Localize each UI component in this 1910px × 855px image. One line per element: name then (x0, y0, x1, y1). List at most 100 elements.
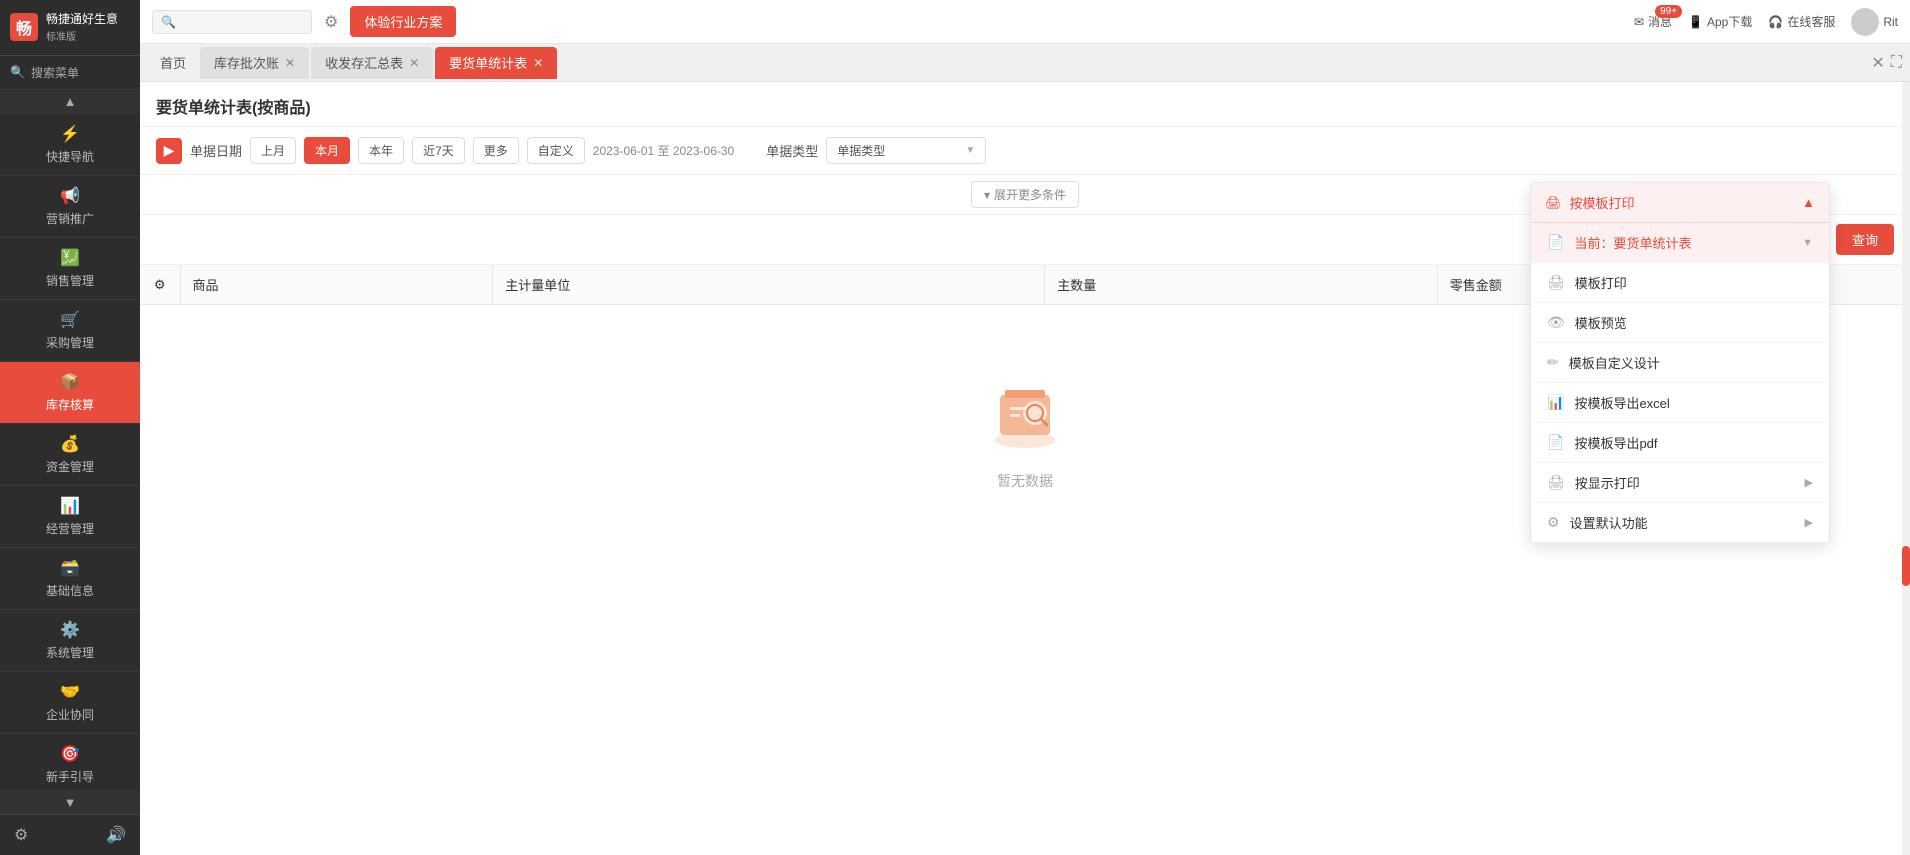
doc-type-select[interactable]: 单据类型 ▼ (826, 137, 986, 164)
filter-expand-btn[interactable]: ▶ (156, 138, 182, 164)
settings-footer-icon[interactable]: ⚙ (14, 825, 28, 845)
print-header-icon: 🖨 (1545, 195, 1562, 211)
service-icon: 🎧 (1768, 15, 1783, 29)
app-download-btn[interactable]: 📱 App下载 (1688, 13, 1752, 30)
set-default-label: 设置默认功能 (1570, 513, 1648, 532)
current-icon: 📄 (1547, 234, 1564, 251)
topbar-search-icon: 🔍 (161, 15, 176, 29)
date-btn-7days[interactable]: 近7天 (412, 137, 465, 164)
export-pdf-icon: 📄 (1547, 434, 1564, 451)
scrollbar-thumb[interactable] (1902, 546, 1910, 586)
dropdown-item-template-print[interactable]: 🖨 模板打印 (1531, 263, 1829, 303)
app-badge: 标准版 (46, 28, 118, 43)
empty-icon (980, 365, 1070, 455)
sidebar-item-label: 资金管理 (46, 458, 94, 475)
sidebar-item-label: 新手引导 (46, 768, 94, 785)
sidebar-item-system[interactable]: ⚙️ 系统管理 (0, 610, 140, 672)
template-design-icon: ✏ (1547, 354, 1559, 371)
tab-receipt-summary[interactable]: 收发存汇总表 ✕ (311, 47, 433, 79)
topbar-search[interactable]: 🔍 (152, 10, 312, 34)
table-col-quantity: 主数量 (1045, 265, 1438, 305)
sidebar-item-label: 库存核算 (46, 396, 94, 413)
sidebar-item-base[interactable]: 🗃️ 基础信息 (0, 548, 140, 610)
tab-order-stats[interactable]: 要货单统计表 ✕ (435, 47, 557, 79)
display-print-icon: 🖨 (1547, 474, 1565, 491)
table-col-settings[interactable]: ⚙ (140, 265, 180, 305)
trial-btn[interactable]: 体验行业方案 (350, 6, 456, 37)
dropdown-current-item[interactable]: 📄 当前：要货单统计表 ▼ (1531, 223, 1829, 263)
tab-inventory-batch-close[interactable]: ✕ (285, 57, 295, 69)
base-icon: 🗃️ (60, 558, 80, 578)
page-title: 要货单统计表(按商品) (140, 82, 1910, 127)
filter-bar: ▶ 单据日期 上月 本月 本年 近7天 更多 自定义 2023-06-01 至 … (140, 127, 1910, 175)
topbar-settings-icon[interactable]: ⚙ (320, 8, 342, 36)
tab-order-stats-close[interactable]: ✕ (533, 57, 543, 69)
sidebar-item-sales[interactable]: 💹 销售管理 (0, 238, 140, 300)
current-arrow-icon: ▼ (1802, 237, 1813, 249)
scrollbar-track[interactable] (1902, 82, 1910, 855)
display-print-label: 按显示打印 (1575, 473, 1640, 492)
user-avatar-btn[interactable]: Rit (1851, 8, 1898, 36)
tab-home[interactable]: 首页 (148, 47, 198, 79)
dropdown-item-template-design[interactable]: ✏ 模板自定义设计 (1531, 343, 1829, 383)
inventory-icon: 📦 (60, 372, 80, 392)
date-btn-current-month[interactable]: 本月 (304, 137, 350, 164)
empty-text: 暂无数据 (997, 471, 1053, 491)
message-btn[interactable]: ✉ 消息 99+ (1634, 13, 1672, 30)
dropdown-header-left: 🖨 按模板打印 (1545, 193, 1635, 212)
dropdown-sub-display-print[interactable]: 🖨 按显示打印 ▶ (1531, 463, 1829, 503)
tabs-bar: 首页 库存批次账 ✕ 收发存汇总表 ✕ 要货单统计表 ✕ ✕ ⛶ (140, 44, 1910, 82)
sidebar-item-finance[interactable]: 💰 资金管理 (0, 424, 140, 486)
expand-label: 展开更多条件 (994, 186, 1066, 203)
tab-home-label: 首页 (160, 53, 186, 72)
table-col-unit: 主计量单位 (493, 265, 1045, 305)
date-btn-current-year[interactable]: 本年 (358, 137, 404, 164)
dropdown-item-export-pdf[interactable]: 📄 按模板导出pdf (1531, 423, 1829, 463)
print-dropdown: 🖨 按模板打印 ▲ 📄 当前：要货单统计表 ▼ 🖨 模板打印 👁 模板预览 ✏ (1530, 182, 1830, 544)
date-btn-more[interactable]: 更多 (473, 137, 519, 164)
online-service-btn[interactable]: 🎧 在线客服 (1768, 13, 1835, 30)
sidebar-item-operation[interactable]: 📊 经营管理 (0, 486, 140, 548)
export-excel-label: 按模板导出excel (1574, 393, 1669, 412)
sidebar-item-label: 销售管理 (46, 272, 94, 289)
date-btn-last-month[interactable]: 上月 (250, 137, 296, 164)
message-badge: 99+ (1655, 5, 1682, 18)
tab-inventory-batch[interactable]: 库存批次账 ✕ (200, 47, 309, 79)
tab-receipt-summary-close[interactable]: ✕ (409, 57, 419, 69)
table-col-product: 商品 (180, 265, 493, 305)
sidebar-item-purchase[interactable]: 🛒 采购管理 (0, 300, 140, 362)
dropdown-item-template-preview[interactable]: 👁 模板预览 (1531, 303, 1829, 343)
query-btn[interactable]: 查询 (1836, 224, 1894, 255)
sidebar-item-inventory[interactable]: 📦 库存核算 (0, 362, 140, 424)
topbar-right: ✉ 消息 99+ 📱 App下载 🎧 在线客服 Rit (1634, 8, 1898, 36)
operation-icon: 📊 (60, 496, 80, 516)
sidebar-search[interactable]: 🔍 搜索菜单 (0, 56, 140, 90)
sidebar-item-quick-nav[interactable]: ⚡ 快捷导航 (0, 114, 140, 176)
set-default-left: ⚙ 设置默认功能 (1547, 513, 1648, 532)
dropdown-item-export-excel[interactable]: 📊 按模板导出excel (1531, 383, 1829, 423)
dropdown-sub-set-default[interactable]: ⚙ 设置默认功能 ▶ (1531, 503, 1829, 543)
scroll-down-btn[interactable]: ▼ (0, 790, 140, 814)
dropdown-header[interactable]: 🖨 按模板打印 ▲ (1531, 183, 1829, 223)
print-header-title: 按模板打印 (1570, 193, 1635, 212)
sidebar-logo: 畅 畅捷通好生意 标准版 (0, 0, 140, 56)
sidebar-item-label: 企业协同 (46, 706, 94, 723)
search-label: 搜索菜单 (31, 64, 79, 81)
doc-type-value: 单据类型 (837, 142, 885, 159)
speaker-icon[interactable]: 🔊 (106, 825, 126, 845)
logo-text-block: 畅捷通好生意 标准版 (46, 12, 118, 43)
scroll-up-btn[interactable]: ▲ (0, 90, 140, 114)
date-filter-label: 单据日期 (190, 141, 242, 160)
sidebar-item-newbie[interactable]: 🎯 新手引导 (0, 734, 140, 790)
system-icon: ⚙️ (60, 620, 80, 640)
app-download-label: App下载 (1707, 13, 1752, 30)
expand-more-btn[interactable]: ▾ 展开更多条件 (971, 181, 1079, 208)
tab-maximize-icon[interactable]: ⛶ (1891, 54, 1902, 72)
display-print-left: 🖨 按显示打印 (1547, 473, 1640, 492)
tab-close-all-icon[interactable]: ✕ (1871, 53, 1884, 73)
date-btn-custom[interactable]: 自定义 (527, 137, 585, 164)
sidebar-item-marketing[interactable]: 📢 营销推广 (0, 176, 140, 238)
sidebar-item-collab[interactable]: 🤝 企业协同 (0, 672, 140, 734)
app-download-icon: 📱 (1688, 15, 1703, 29)
username: Rit (1883, 15, 1898, 29)
